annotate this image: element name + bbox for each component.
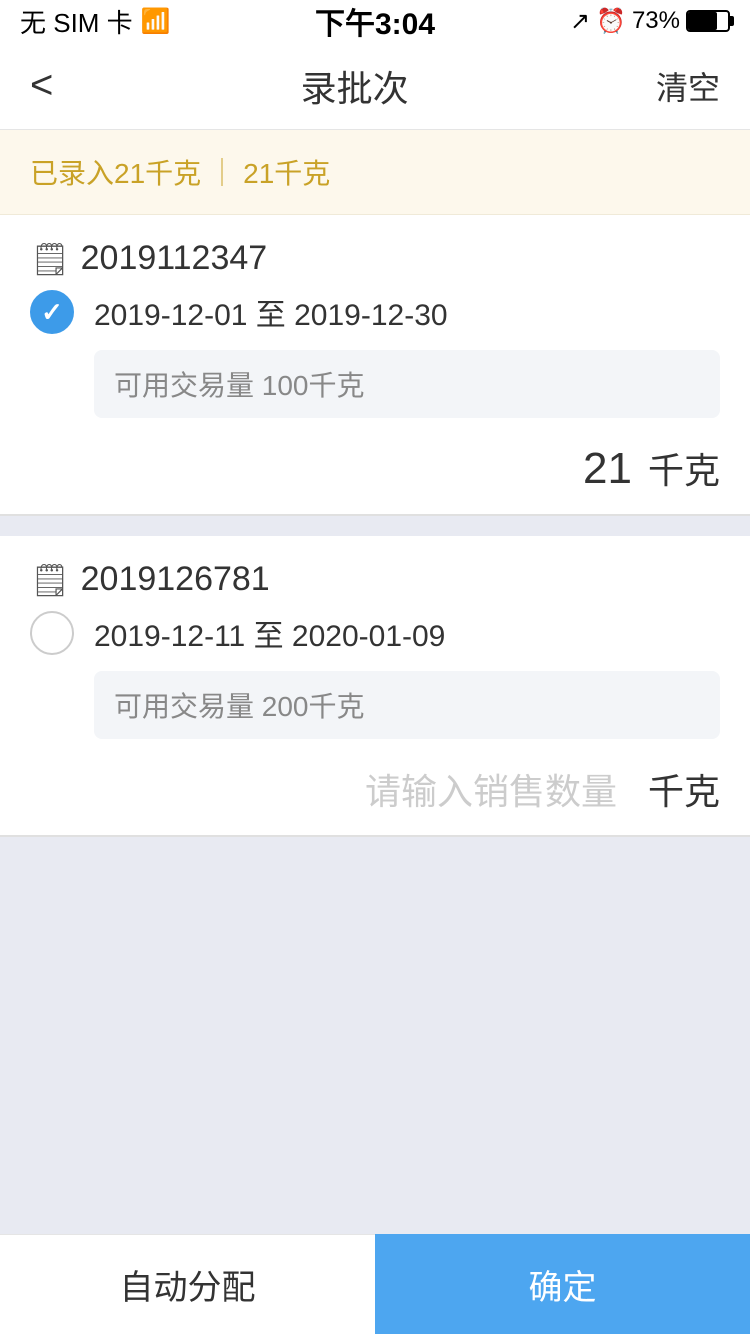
batch2-input-row[interactable]: 千克 [0, 739, 750, 837]
status-bar: 无 SIM 卡 📶 下午3:04 ↗ ⏰ 73% [0, 0, 750, 42]
batch2-available: 可用交易量 200千克 [94, 671, 720, 739]
batch1-id: 2019112347 [81, 239, 268, 278]
location-icon: ↗ [570, 7, 590, 36]
batch1-quantity-unit: 千克 [648, 442, 720, 494]
batch2-date: 2019-12-11 至 2020-01-09 [94, 611, 445, 655]
batch1-icon: 🗒 [30, 240, 71, 278]
batch1-date: 2019-12-01 至 2019-12-30 [94, 290, 448, 334]
summary-bar: 已录入21千克 21千克 [0, 130, 750, 215]
no-sim-text: 无 SIM 卡 [20, 3, 133, 40]
batch-item-1: 🗒 2019112347 2019-12-01 至 2019-12-30 可用交… [0, 215, 750, 418]
auto-distribute-button[interactable]: 自动分配 [0, 1234, 375, 1334]
empty-area [0, 837, 750, 1297]
section-separator [0, 516, 750, 536]
status-right: ↗ ⏰ 73% [570, 7, 730, 36]
batch2-row[interactable]: 2019-12-11 至 2020-01-09 [30, 611, 720, 655]
batch2-radio[interactable] [30, 611, 74, 655]
status-left: 无 SIM 卡 📶 [20, 3, 171, 40]
summary-recorded-label: 已录入21千克 [30, 152, 201, 192]
page-title: 录批次 [301, 60, 409, 112]
batch-item-2: 🗒 2019126781 2019-12-11 至 2020-01-09 可用交… [0, 536, 750, 739]
batch2-id: 2019126781 [81, 560, 270, 599]
back-button[interactable]: < [30, 63, 53, 108]
bottom-bar: 自动分配 确定 [0, 1234, 750, 1334]
batch2-unit: 千克 [648, 763, 720, 815]
batch1-header: 🗒 2019112347 [30, 239, 720, 278]
wifi-icon: 📶 [141, 7, 171, 36]
battery-icon [686, 10, 730, 32]
battery-percent: 73% [632, 7, 680, 35]
batch2-icon: 🗒 [30, 561, 71, 599]
batch1-quantity-row: 21 千克 [0, 418, 750, 516]
batch1-available: 可用交易量 100千克 [94, 350, 720, 418]
alarm-icon: ⏰ [596, 7, 626, 36]
batch1-radio[interactable] [30, 290, 74, 334]
summary-divider [221, 158, 223, 186]
clear-button[interactable]: 清空 [656, 63, 720, 109]
status-time: 下午3:04 [315, 0, 435, 43]
batch2-header: 🗒 2019126781 [30, 560, 720, 599]
batch2-quantity-input[interactable] [332, 771, 632, 813]
confirm-button[interactable]: 确定 [375, 1234, 750, 1334]
batch1-quantity-value: 21 [583, 444, 632, 494]
batch1-row[interactable]: 2019-12-01 至 2019-12-30 [30, 290, 720, 334]
summary-total-value: 21千克 [243, 152, 330, 192]
nav-bar: < 录批次 清空 [0, 42, 750, 130]
